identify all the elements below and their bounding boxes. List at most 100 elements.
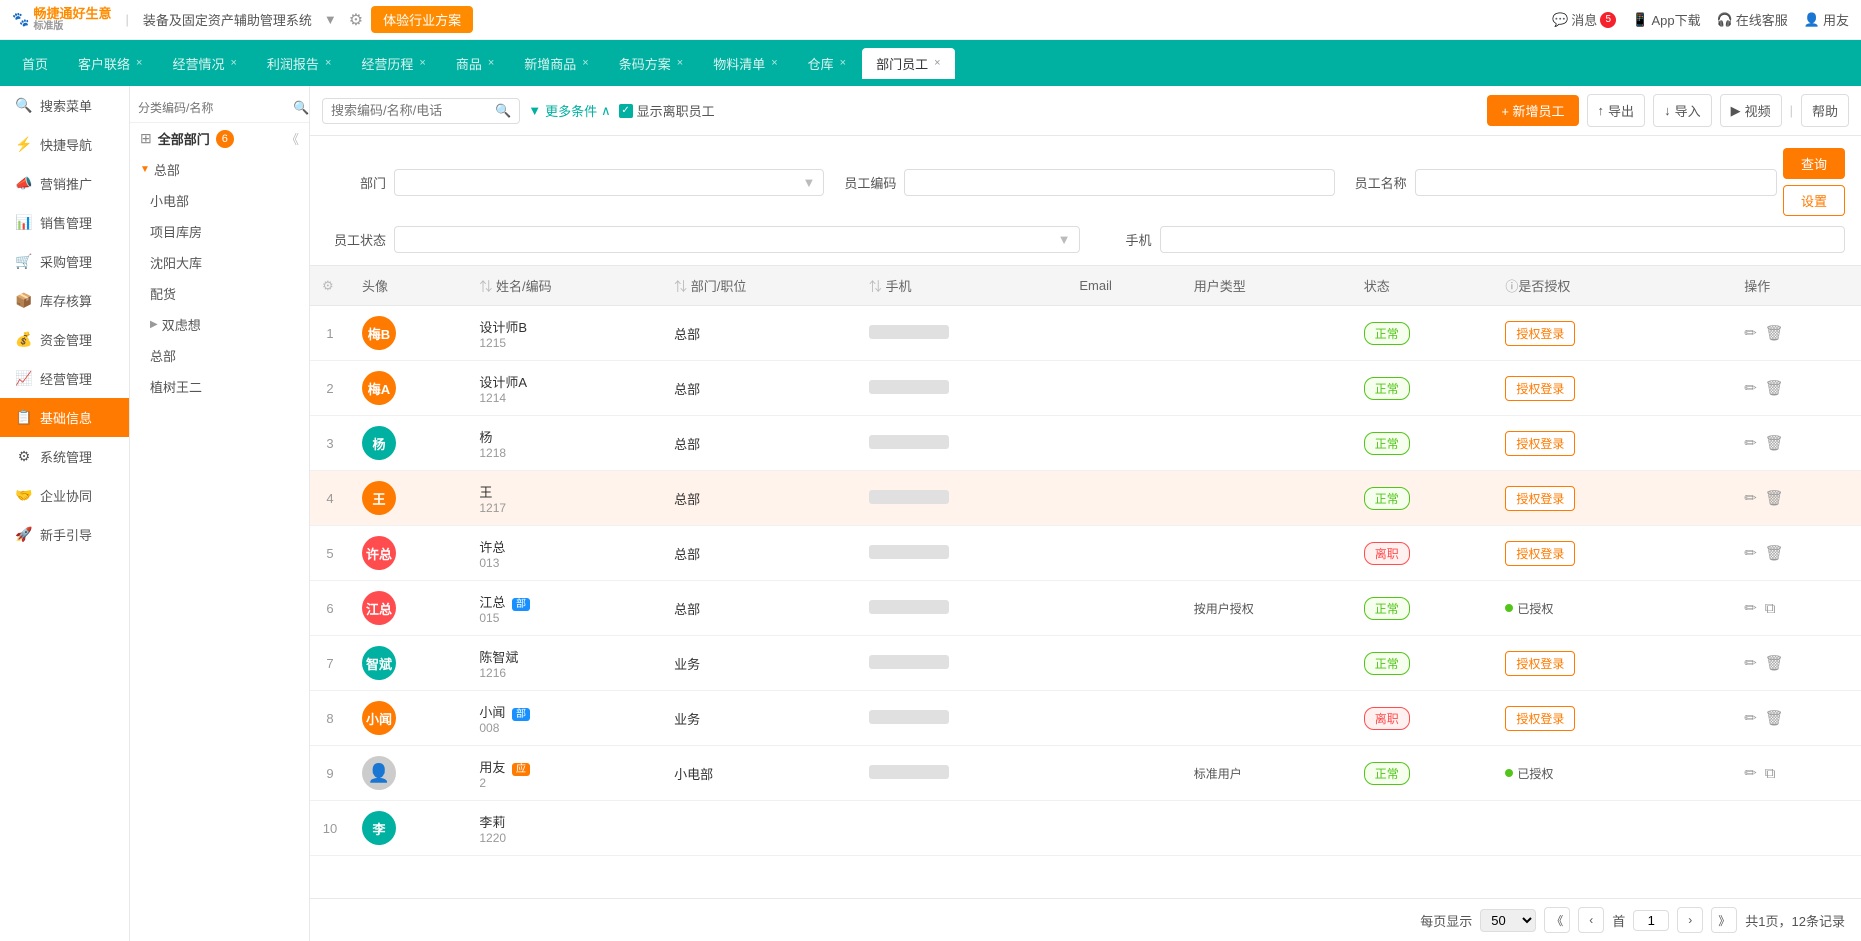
edit-icon[interactable]: ✏: [1744, 489, 1757, 507]
dept-tree-item-distribution[interactable]: 配货: [130, 278, 309, 309]
copy-icon[interactable]: ⧉: [1765, 600, 1776, 617]
tab-barcode[interactable]: 条码方案 ×: [605, 48, 697, 79]
dept-search-icon[interactable]: 🔍: [293, 100, 309, 116]
tab-home[interactable]: 首页: [8, 48, 62, 79]
search-input[interactable]: [331, 103, 491, 118]
close-icon[interactable]: ×: [419, 57, 425, 69]
dropdown-icon[interactable]: ▼: [324, 12, 337, 27]
sort-icon[interactable]: ⇅: [869, 279, 882, 294]
close-icon[interactable]: ×: [677, 57, 683, 69]
sidebar-item-sales[interactable]: 📊 销售管理: [0, 203, 129, 242]
collapse-btn[interactable]: 《: [286, 129, 299, 148]
sidebar-item-purchase[interactable]: 🛒 采购管理: [0, 242, 129, 281]
auth-btn[interactable]: 授权登录: [1505, 376, 1575, 401]
sidebar-item-search[interactable]: 🔍 搜索菜单: [0, 86, 129, 125]
close-icon[interactable]: ×: [325, 57, 331, 69]
delete-icon[interactable]: 🗑: [1765, 709, 1784, 727]
tab-profit[interactable]: 利润报告 ×: [253, 48, 345, 79]
close-icon[interactable]: ×: [488, 57, 494, 69]
edit-icon[interactable]: ✏: [1744, 654, 1757, 672]
edit-icon[interactable]: ✏: [1744, 709, 1757, 727]
delete-icon[interactable]: 🗑: [1765, 379, 1784, 397]
query-btn[interactable]: 查询: [1783, 148, 1845, 179]
dept-tree-item-shenyang[interactable]: 沈阳大库: [130, 247, 309, 278]
edit-icon[interactable]: ✏: [1744, 544, 1757, 562]
show-resigned-toggle[interactable]: ✓ 显示离职员工: [619, 101, 715, 120]
tab-operation[interactable]: 经营情况 ×: [158, 48, 250, 79]
tab-goods[interactable]: 商品 ×: [442, 48, 508, 79]
sort-icon[interactable]: ⇅: [479, 279, 492, 294]
trial-button[interactable]: 体验行业方案: [371, 6, 473, 33]
sidebar-item-shortcuts[interactable]: ⚡ 快捷导航: [0, 125, 129, 164]
video-btn[interactable]: ▶ 视频: [1720, 94, 1782, 127]
set-btn[interactable]: 设置: [1783, 185, 1845, 216]
add-employee-btn[interactable]: + 新增员工: [1487, 95, 1578, 126]
export-btn[interactable]: ↑ 导出: [1587, 94, 1646, 127]
delete-icon[interactable]: 🗑: [1765, 434, 1784, 452]
settings-gear-icon[interactable]: ⚙: [322, 278, 334, 293]
delete-icon[interactable]: 🗑: [1765, 654, 1784, 672]
sort-icon[interactable]: ⇅: [674, 279, 687, 294]
dept-tree-item-electronics[interactable]: 小电部: [130, 185, 309, 216]
sidebar-item-system[interactable]: ⚙ 系统管理: [0, 437, 129, 476]
sidebar-item-marketing[interactable]: 📣 营销推广: [0, 164, 129, 203]
auth-btn[interactable]: 授权登录: [1505, 706, 1575, 731]
tab-warehouse[interactable]: 仓库 ×: [794, 48, 860, 79]
sidebar-item-guide[interactable]: 🚀 新手引导: [0, 515, 129, 554]
sidebar-item-collab[interactable]: 🤝 企业协同: [0, 476, 129, 515]
auth-btn[interactable]: 授权登录: [1505, 321, 1575, 346]
sidebar-item-finance[interactable]: 💰 资金管理: [0, 320, 129, 359]
prev-page-btn[interactable]: ‹: [1578, 907, 1604, 933]
auth-btn[interactable]: 授权登录: [1505, 651, 1575, 676]
delete-icon[interactable]: 🗑: [1765, 489, 1784, 507]
delete-icon[interactable]: 🗑: [1765, 324, 1784, 342]
delete-icon[interactable]: 🗑: [1765, 544, 1784, 562]
dept-search-input[interactable]: [138, 101, 293, 115]
close-icon[interactable]: ×: [136, 57, 142, 69]
sidebar-item-base-info[interactable]: 📋 基础信息: [0, 398, 129, 437]
search-btn-icon[interactable]: 🔍: [495, 103, 511, 119]
auth-info-icon[interactable]: ⓘ: [1505, 279, 1518, 294]
edit-icon[interactable]: ✏: [1744, 764, 1757, 782]
tab-bom[interactable]: 物料清单 ×: [699, 48, 791, 79]
online-service-btn[interactable]: 🎧 在线客服: [1717, 10, 1788, 29]
auth-btn[interactable]: 授权登录: [1505, 486, 1575, 511]
auth-btn[interactable]: 授权登录: [1505, 431, 1575, 456]
first-page-btn[interactable]: 《: [1544, 907, 1570, 933]
phone-input[interactable]: [1160, 226, 1846, 253]
edit-icon[interactable]: ✏: [1744, 599, 1757, 617]
tab-employees[interactable]: 部门员工 ×: [862, 48, 954, 79]
edit-icon[interactable]: ✏: [1744, 434, 1757, 452]
user-avatar[interactable]: 👤 用友: [1804, 10, 1849, 29]
help-btn[interactable]: 帮助: [1801, 94, 1849, 127]
close-icon[interactable]: ×: [840, 57, 846, 69]
more-filter-btn[interactable]: ▼ 更多条件 ∧: [528, 101, 610, 120]
sidebar-item-business[interactable]: 📈 经营管理: [0, 359, 129, 398]
auth-btn[interactable]: 授权登录: [1505, 541, 1575, 566]
dept-tree-item-head[interactable]: 总部: [130, 340, 309, 371]
status-filter-select[interactable]: ▼: [394, 226, 1080, 253]
dept-filter-select[interactable]: ▼: [394, 169, 824, 196]
message-btn[interactable]: 💬 消息 5: [1552, 10, 1616, 29]
import-btn[interactable]: ↓ 导入: [1653, 94, 1712, 127]
close-icon[interactable]: ×: [230, 57, 236, 69]
copy-icon[interactable]: ⧉: [1765, 765, 1776, 782]
dept-tree-item-project[interactable]: 项目库房: [130, 216, 309, 247]
page-input[interactable]: [1633, 910, 1669, 931]
dept-tree-item-dual[interactable]: ▶ 双虑想: [130, 309, 309, 340]
per-page-select[interactable]: 50 20 100: [1480, 909, 1536, 932]
tab-add-goods[interactable]: 新增商品 ×: [510, 48, 602, 79]
next-page-btn[interactable]: ›: [1677, 907, 1703, 933]
emp-code-input[interactable]: [904, 169, 1334, 196]
close-icon[interactable]: ×: [934, 57, 940, 69]
dept-tree-item-general[interactable]: ▼ 总部: [130, 154, 309, 185]
sidebar-item-inventory[interactable]: 📦 库存核算: [0, 281, 129, 320]
edit-icon[interactable]: ✏: [1744, 324, 1757, 342]
emp-name-input[interactable]: [1415, 169, 1777, 196]
dept-tree-item-zhishu[interactable]: 植树王二: [130, 371, 309, 402]
edit-icon[interactable]: ✏: [1744, 379, 1757, 397]
app-download-btn[interactable]: 📱 App下载: [1632, 10, 1700, 29]
tab-customer[interactable]: 客户联络 ×: [64, 48, 156, 79]
last-page-btn[interactable]: 》: [1711, 907, 1737, 933]
settings-icon[interactable]: ⚙: [349, 10, 363, 30]
